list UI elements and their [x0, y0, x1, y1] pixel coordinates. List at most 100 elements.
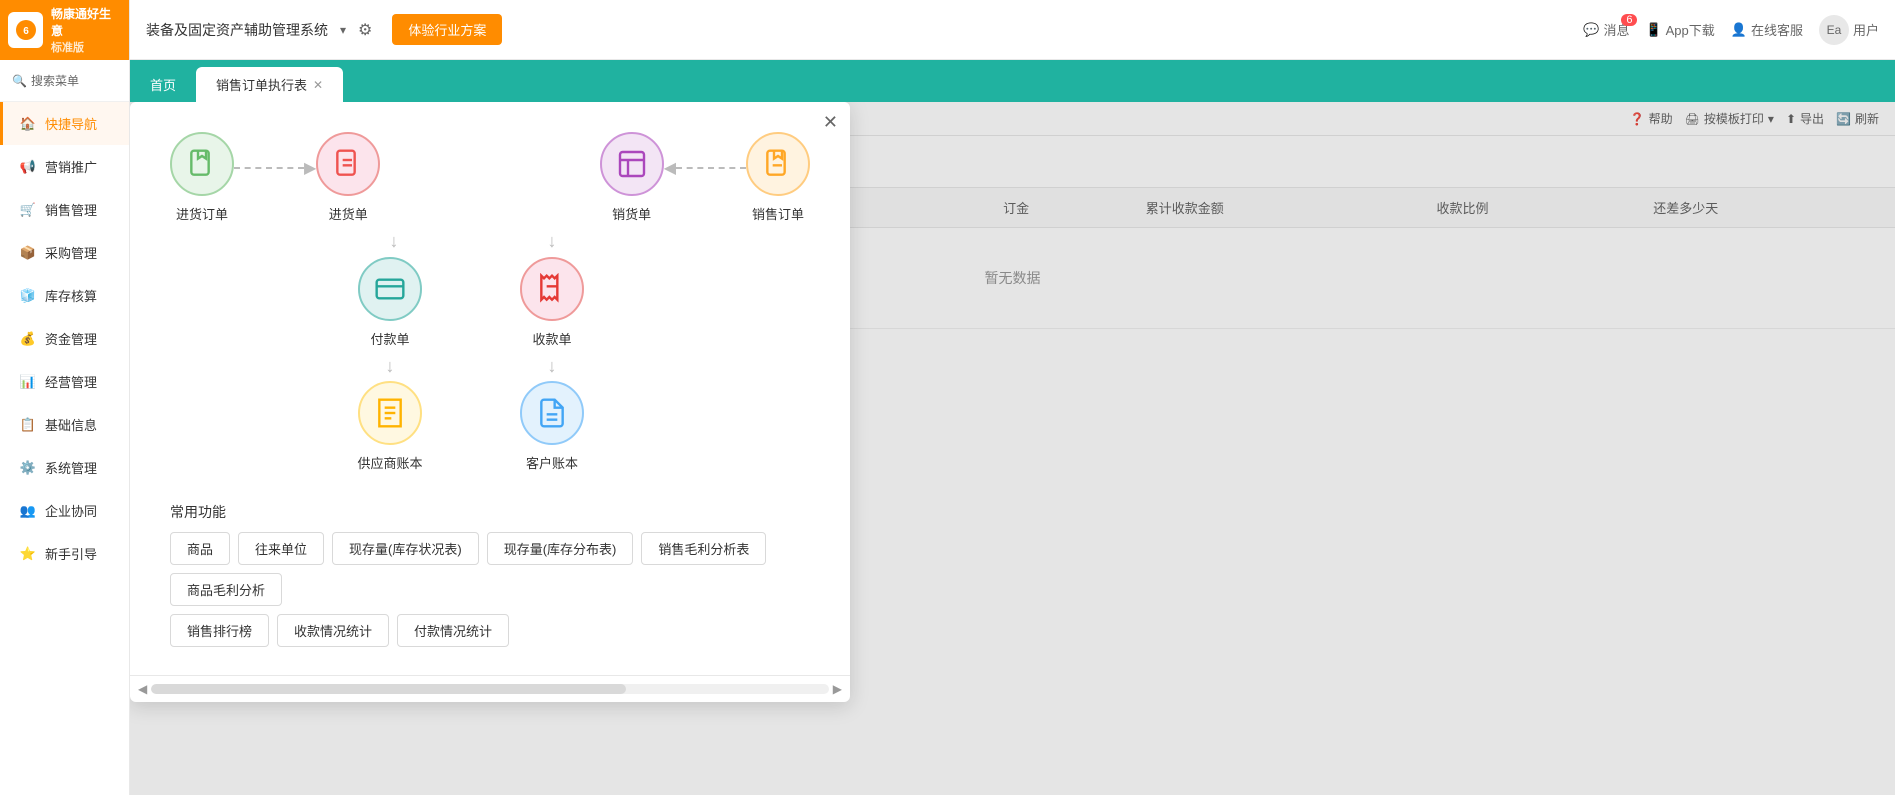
phone-icon: 📱: [1645, 22, 1661, 38]
settings-icon: ⚙️: [19, 459, 37, 477]
sidebar-item-collab[interactable]: 👥 企业协同: [0, 489, 129, 532]
scrollbar-thumb: [151, 684, 625, 694]
modal-overlay: ✕ 进货订单: [130, 102, 1895, 795]
chart-icon: 📊: [19, 373, 37, 391]
sidebar-item-base[interactable]: 📋 基础信息: [0, 403, 129, 446]
scrollbar-right-button[interactable]: ▶: [833, 682, 842, 696]
scrollbar-left-button[interactable]: ◀: [138, 682, 147, 696]
star-icon: ⭐: [19, 545, 37, 563]
flow-node-payment[interactable]: 付款单: [358, 257, 422, 348]
flow-node-receipt[interactable]: 收款单: [520, 257, 584, 348]
search-icon: 🔍: [12, 74, 27, 88]
sidebar-item-label: 资金管理: [45, 329, 97, 348]
logo-sub: 标准版: [51, 39, 121, 55]
receipt-label: 收款单: [532, 329, 571, 348]
common-btn-sales-analysis[interactable]: 销售毛利分析表: [641, 532, 766, 565]
sidebar: 6 畅康通好生意 标准版 🔍 搜索菜单 🏠 快捷导航 📢 营销推广 �: [0, 0, 130, 795]
common-functions-title: 常用功能: [170, 502, 810, 522]
app-download-button[interactable]: 📱 App下载: [1645, 20, 1714, 39]
tab-sales-order-label: 销售订单执行表: [216, 75, 307, 94]
trial-button[interactable]: 体验行业方案: [392, 14, 502, 45]
service-label: 在线客服: [1751, 20, 1803, 39]
common-btn-payment-stats[interactable]: 付款情况统计: [397, 614, 509, 647]
logo-icon: 6: [8, 12, 43, 48]
common-btn-goods-gross[interactable]: 商品毛利分析: [170, 573, 282, 606]
svg-text:6: 6: [23, 26, 29, 37]
sidebar-nav: 🏠 快捷导航 📢 营销推广 🛒 销售管理 📦 采购管理 🧊 库存核算 💰: [0, 102, 129, 795]
common-btn-contacts[interactable]: 往来单位: [238, 532, 324, 565]
main-content: ❓ 帮助 🖨 按模板打印 ▾ ⬆ 导出 🔄 刷新: [130, 102, 1895, 795]
sidebar-item-sales[interactable]: 🛒 销售管理: [0, 188, 129, 231]
user-menu[interactable]: Ea 用户: [1819, 15, 1879, 45]
sales-order-label: 销售订单: [752, 204, 804, 223]
sidebar-item-label: 经营管理: [45, 372, 97, 391]
online-service-button[interactable]: 👤 在线客服: [1731, 20, 1803, 39]
sidebar-item-guide[interactable]: ⭐ 新手引导: [0, 532, 129, 575]
tab-home[interactable]: 首页: [130, 67, 196, 102]
sidebar-item-finance[interactable]: 💰 资金管理: [0, 317, 129, 360]
tab-close-button[interactable]: ✕: [313, 78, 323, 92]
sidebar-item-marketing[interactable]: 📢 营销推广: [0, 145, 129, 188]
sidebar-search-area: 🔍 搜索菜单: [0, 60, 129, 102]
sidebar-item-label: 快捷导航: [45, 114, 97, 133]
common-btn-stock-dist[interactable]: 现存量(库存分布表): [487, 532, 634, 565]
message-badge: 6: [1621, 14, 1637, 26]
sidebar-item-quick[interactable]: 🏠 快捷导航: [0, 102, 129, 145]
payment-circle[interactable]: [358, 257, 422, 321]
sales-bill-circle[interactable]: [600, 132, 664, 196]
flow-node-purchase-bill[interactable]: 进货单: [316, 132, 380, 223]
sidebar-item-purchase[interactable]: 📦 采购管理: [0, 231, 129, 274]
purchase-order-circle[interactable]: [170, 132, 234, 196]
table-icon: 📋: [19, 416, 37, 434]
search-menu-label: 搜索菜单: [31, 72, 79, 89]
flow-node-purchase-order[interactable]: 进货订单: [170, 132, 234, 223]
message-icon: 💬: [1583, 22, 1599, 38]
sidebar-item-label: 库存核算: [45, 286, 97, 305]
sidebar-item-label: 系统管理: [45, 458, 97, 477]
system-title: 装备及固定资产辅助管理系统: [146, 20, 328, 40]
flow-node-sales-order[interactable]: 销售订单: [746, 132, 810, 223]
shopping-cart-icon: 🛒: [19, 201, 37, 219]
common-btn-goods[interactable]: 商品: [170, 532, 230, 565]
purchase-bill-circle[interactable]: [316, 132, 380, 196]
sidebar-item-operations[interactable]: 📊 经营管理: [0, 360, 129, 403]
message-button[interactable]: 💬 消息 6: [1583, 20, 1629, 39]
sidebar-item-label: 新手引导: [45, 544, 97, 563]
modal-close-button[interactable]: ✕: [823, 112, 838, 133]
sidebar-logo: 6 畅康通好生意 标准版: [0, 0, 129, 60]
common-btn-receipt-stats[interactable]: 收款情况统计: [277, 614, 389, 647]
service-icon: 👤: [1731, 22, 1747, 38]
sidebar-item-label: 采购管理: [45, 243, 97, 262]
purchase-order-label: 进货订单: [176, 204, 228, 223]
people-icon: 👥: [19, 502, 37, 520]
common-btn-sales-ranking[interactable]: 销售排行榜: [170, 614, 269, 647]
search-menu-button[interactable]: 🔍 搜索菜单: [8, 68, 121, 93]
header-dropdown-button[interactable]: ▾: [340, 23, 346, 37]
flow-modal: ✕ 进货订单: [130, 102, 850, 702]
cube-icon: 🧊: [19, 287, 37, 305]
common-btn-stock-status[interactable]: 现存量(库存状况表): [332, 532, 479, 565]
sidebar-item-label: 基础信息: [45, 415, 97, 434]
megaphone-icon: 📢: [19, 158, 37, 176]
scrollbar-track[interactable]: [151, 684, 829, 694]
sidebar-item-inventory[interactable]: 🧊 库存核算: [0, 274, 129, 317]
logo-title: 畅康通好生意: [51, 5, 121, 39]
customer-ledger-circle[interactable]: [520, 381, 584, 445]
sales-order-circle[interactable]: [746, 132, 810, 196]
flow-node-sales-bill[interactable]: 销货单: [600, 132, 664, 223]
common-buttons-row2: 销售排行榜 收款情况统计 付款情况统计: [170, 614, 810, 647]
sales-bill-label: 销货单: [612, 204, 651, 223]
supplier-ledger-circle[interactable]: [358, 381, 422, 445]
tab-home-label: 首页: [150, 75, 176, 94]
receipt-circle[interactable]: [520, 257, 584, 321]
tab-sales-order[interactable]: 销售订单执行表 ✕: [196, 67, 343, 102]
modal-scrollbar: ◀ ▶: [130, 675, 850, 702]
sidebar-item-system[interactable]: ⚙️ 系统管理: [0, 446, 129, 489]
flow-node-supplier-ledger[interactable]: 供应商账本: [357, 381, 422, 472]
settings-button[interactable]: ⚙: [358, 20, 372, 40]
avatar: Ea: [1819, 15, 1849, 45]
supplier-ledger-label: 供应商账本: [357, 453, 422, 472]
flow-node-customer-ledger[interactable]: 客户账本: [520, 381, 584, 472]
package-icon: 📦: [19, 244, 37, 262]
app-label: App下载: [1666, 20, 1715, 39]
